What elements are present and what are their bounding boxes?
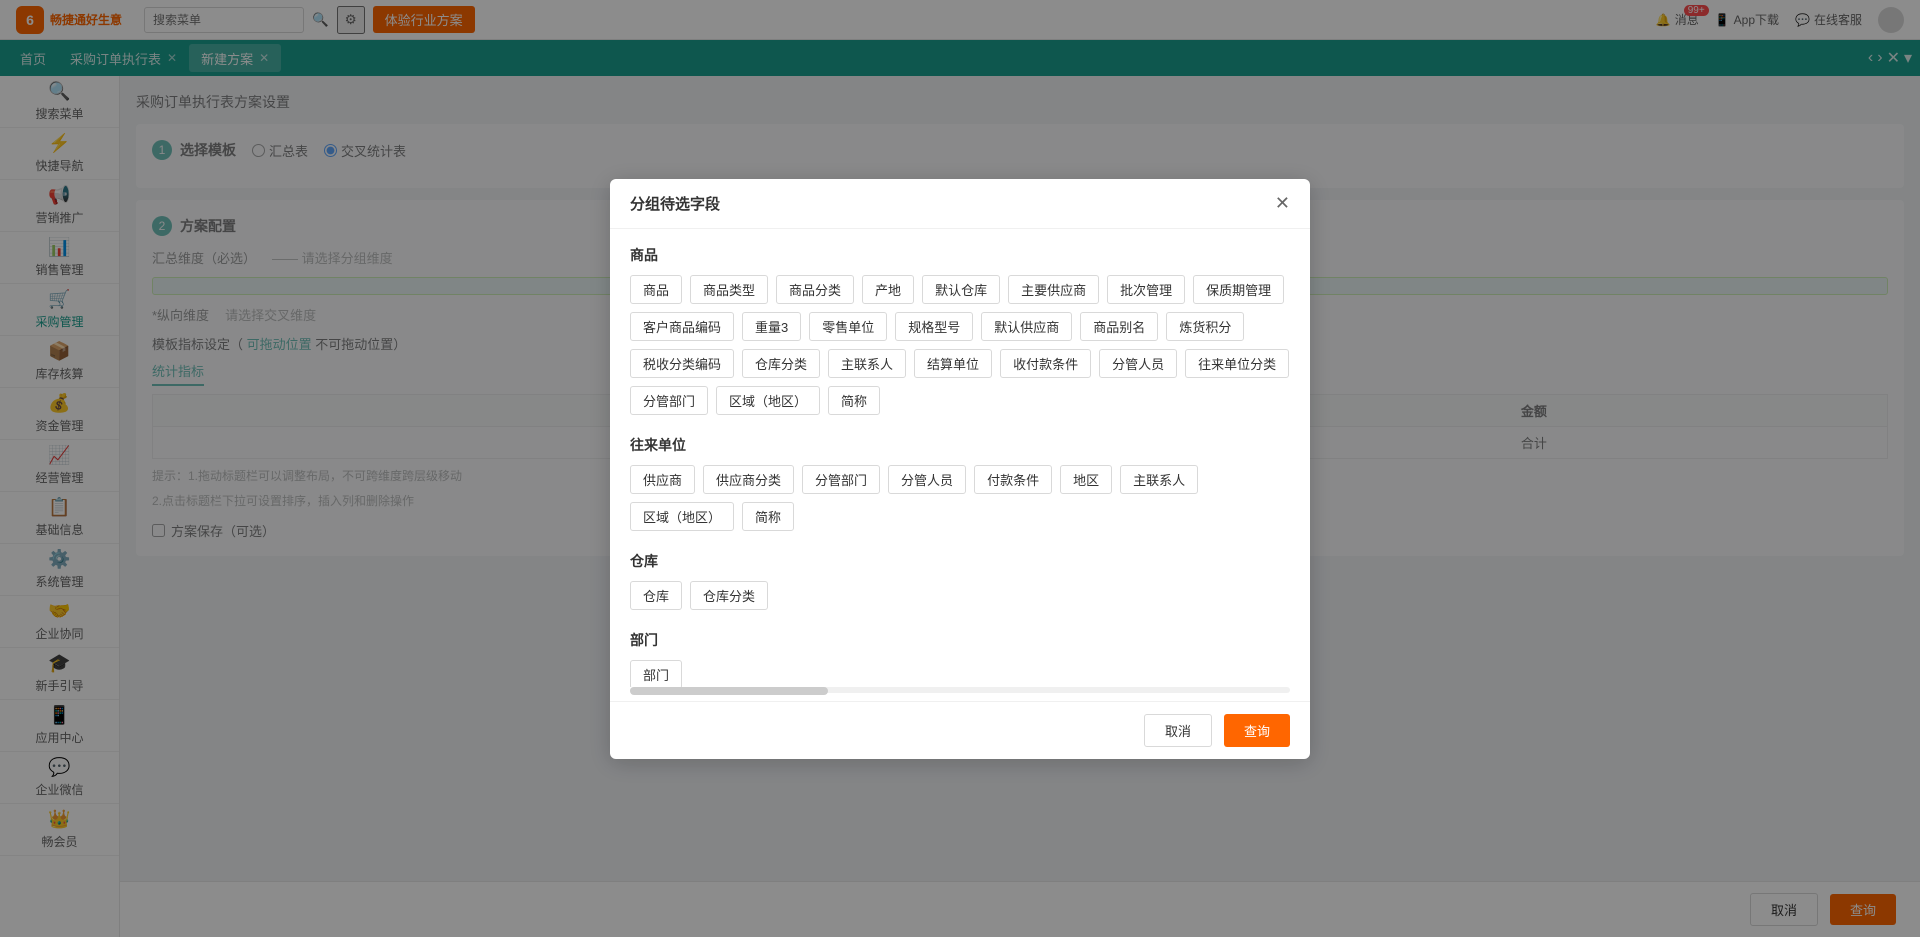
field-tag-product-22[interactable]: 分管部门: [630, 386, 708, 415]
field-tag-product-11[interactable]: 规格型号: [895, 312, 973, 341]
modal-overlay: 分组待选字段 ✕ 商品商品商品类型商品分类产地默认仓库主要供应商批次管理保质期管…: [0, 0, 1920, 937]
field-tag-product-2[interactable]: 商品分类: [776, 275, 854, 304]
field-tag-counterpart-0[interactable]: 供应商: [630, 465, 695, 494]
field-tag-product-4[interactable]: 默认仓库: [922, 275, 1000, 304]
field-tag-product-9[interactable]: 重量3: [742, 312, 801, 341]
field-tag-counterpart-6[interactable]: 主联系人: [1120, 465, 1198, 494]
field-tag-counterpart-2[interactable]: 分管部门: [802, 465, 880, 494]
modal-footer: 取消 查询: [610, 701, 1310, 759]
modal-horizontal-scrollbar[interactable]: [630, 687, 1290, 692]
field-tag-product-14[interactable]: 炼货积分: [1166, 312, 1244, 341]
modal-body[interactable]: 商品商品商品类型商品分类产地默认仓库主要供应商批次管理保质期管理客户商品编码重量…: [610, 229, 1310, 688]
field-section-warehouse: 仓库仓库仓库分类: [630, 551, 1290, 610]
field-tag-product-3[interactable]: 产地: [862, 275, 914, 304]
field-tag-product-17[interactable]: 主联系人: [828, 349, 906, 378]
field-tag-product-16[interactable]: 仓库分类: [742, 349, 820, 378]
field-section-title-warehouse: 仓库: [630, 551, 1290, 571]
field-tag-warehouse-0[interactable]: 仓库: [630, 581, 682, 610]
field-tag-counterpart-7[interactable]: 区域（地区）: [630, 502, 734, 531]
field-section-title-department: 部门: [630, 630, 1290, 650]
field-select-modal: 分组待选字段 ✕ 商品商品商品类型商品分类产地默认仓库主要供应商批次管理保质期管…: [610, 179, 1310, 759]
field-tags-department: 部门: [630, 660, 1290, 688]
field-tags-counterpart: 供应商供应商分类分管部门分管人员付款条件地区主联系人区域（地区） 简称: [630, 465, 1290, 531]
field-section-title-counterpart: 往来单位: [630, 435, 1290, 455]
field-tag-product-23[interactable]: 区域（地区）: [716, 386, 820, 415]
field-tag-product-6[interactable]: 批次管理: [1107, 275, 1185, 304]
field-tag-counterpart-8[interactable]: 简称: [742, 502, 794, 531]
modal-hscroll-thumb: [630, 687, 828, 695]
field-tag-product-24[interactable]: 简称: [828, 386, 880, 415]
field-tag-product-19[interactable]: 收付款条件: [1000, 349, 1091, 378]
modal-cancel-button[interactable]: 取消: [1144, 714, 1212, 747]
modal-header: 分组待选字段 ✕: [610, 179, 1310, 229]
field-tag-product-10[interactable]: 零售单位: [809, 312, 887, 341]
field-tag-product-20[interactable]: 分管人员: [1099, 349, 1177, 378]
field-section-department: 部门部门: [630, 630, 1290, 688]
field-tag-product-1[interactable]: 商品类型: [690, 275, 768, 304]
field-section-counterpart: 往来单位供应商供应商分类分管部门分管人员付款条件地区主联系人区域（地区） 简称: [630, 435, 1290, 531]
field-tag-department-0[interactable]: 部门: [630, 660, 682, 688]
field-tag-product-7[interactable]: 保质期管理: [1193, 275, 1284, 304]
field-tag-warehouse-1[interactable]: 仓库分类: [690, 581, 768, 610]
field-tag-product-12[interactable]: 默认供应商: [981, 312, 1072, 341]
field-section-product: 商品商品商品类型商品分类产地默认仓库主要供应商批次管理保质期管理客户商品编码重量…: [630, 245, 1290, 415]
field-tag-product-21[interactable]: 往来单位分类: [1185, 349, 1289, 378]
field-tag-counterpart-1[interactable]: 供应商分类: [703, 465, 794, 494]
field-tags-warehouse: 仓库仓库分类: [630, 581, 1290, 610]
modal-confirm-button[interactable]: 查询: [1224, 714, 1290, 747]
field-tag-product-13[interactable]: 商品别名: [1080, 312, 1158, 341]
field-tag-counterpart-5[interactable]: 地区: [1060, 465, 1112, 494]
field-tags-product: 商品商品类型商品分类产地默认仓库主要供应商批次管理保质期管理客户商品编码重量3 零…: [630, 275, 1290, 415]
field-section-title-product: 商品: [630, 245, 1290, 265]
field-tag-product-15[interactable]: 税收分类编码: [630, 349, 734, 378]
field-tag-counterpart-4[interactable]: 付款条件: [974, 465, 1052, 494]
field-tag-product-18[interactable]: 结算单位: [914, 349, 992, 378]
modal-close-button[interactable]: ✕: [1275, 193, 1290, 214]
field-tag-product-8[interactable]: 客户商品编码: [630, 312, 734, 341]
field-tag-product-0[interactable]: 商品: [630, 275, 682, 304]
field-tag-product-5[interactable]: 主要供应商: [1008, 275, 1099, 304]
modal-title: 分组待选字段: [630, 193, 720, 214]
field-tag-counterpart-3[interactable]: 分管人员: [888, 465, 966, 494]
